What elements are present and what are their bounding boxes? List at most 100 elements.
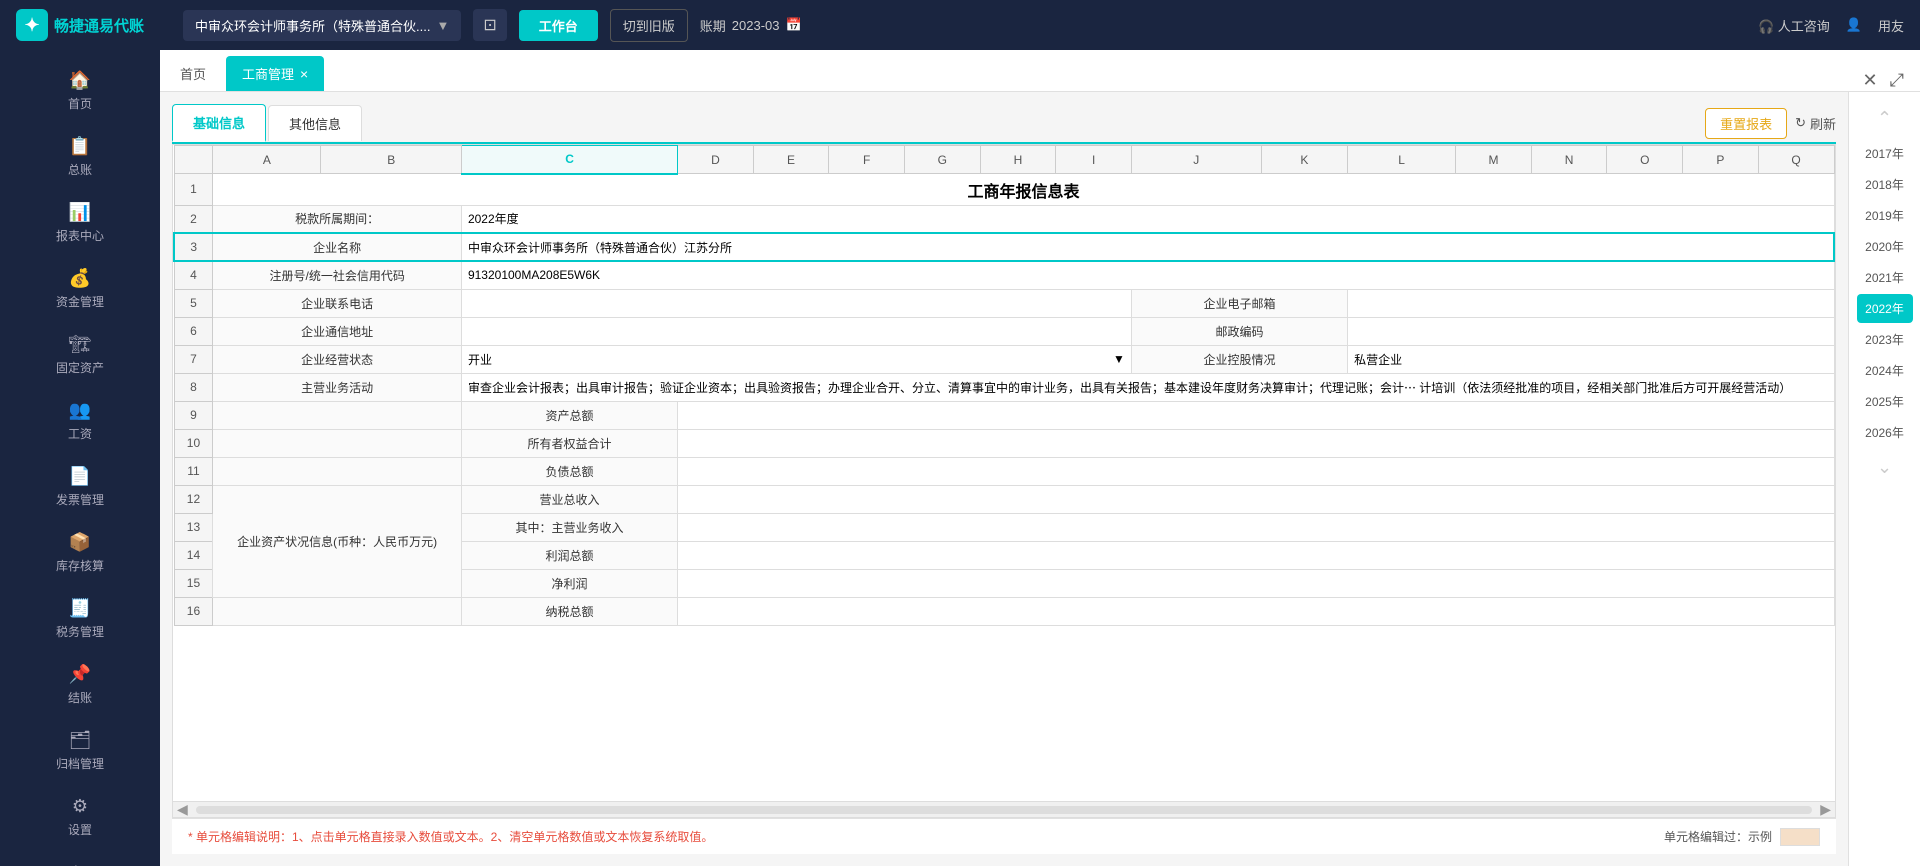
year-scroll-down-btn[interactable]: ⌄ (1873, 453, 1896, 482)
year-btn-2025[interactable]: 2025年 (1857, 387, 1913, 416)
top-bar: ✦ 畅捷通易代账 中审众环会计师事务所（特殊普通合伙.... ▼ ⊡ 工作台 切… (0, 0, 1920, 50)
sidebar-item-fund[interactable]: 💰 资金管理 (0, 256, 160, 322)
row11-value[interactable] (678, 457, 1834, 485)
row9-label (213, 401, 462, 429)
sidebar-label-home: 首页 (68, 95, 92, 112)
row15-value[interactable] (678, 569, 1834, 597)
year-scroll-up-btn[interactable]: ⌃ (1873, 104, 1896, 133)
sidebar-item-ledger[interactable]: 📋 总账 (0, 124, 160, 190)
user-service-btn[interactable]: 🎧 人工咨询 (1758, 16, 1830, 35)
tab-gongshang[interactable]: 工商管理 × (226, 56, 324, 91)
sidebar-item-tax[interactable]: 🧾 税务管理 (0, 586, 160, 652)
year-btn-2023[interactable]: 2023年 (1857, 325, 1913, 354)
sidebar-item-newguide[interactable]: ▶ 新手引导 (0, 850, 160, 866)
sub-tab-bar: 基础信息 其他信息 重置报表 ↻ 刷新 (172, 104, 1836, 144)
row12-value[interactable] (678, 485, 1834, 513)
spreadsheet-container[interactable]: A B C D E F G H I J (173, 145, 1835, 801)
closing-icon: 📌 (69, 664, 91, 685)
reset-report-btn[interactable]: 重置报表 (1705, 108, 1787, 139)
sidebar-item-invoice[interactable]: 📄 发票管理 (0, 454, 160, 520)
tab-home[interactable]: 首页 (160, 56, 226, 91)
year-btn-2024[interactable]: 2024年 (1857, 356, 1913, 385)
close-panel-btn[interactable]: ✕ (1863, 70, 1878, 91)
refresh-label: 刷新 (1810, 114, 1836, 133)
sidebar-label-inventory: 库存核算 (56, 557, 104, 574)
year-btn-2022[interactable]: 2022年 (1857, 294, 1913, 323)
row5-email[interactable] (1348, 289, 1834, 317)
old-version-button[interactable]: 切到旧版 (610, 9, 688, 42)
sidebar-item-settings[interactable]: ⚙ 设置 (0, 784, 160, 850)
scroll-left-btn[interactable]: ◀ (173, 801, 192, 818)
table-row: 9 资产总额 (174, 401, 1834, 429)
ledger-icon: 📋 (69, 136, 91, 157)
table-row: 1 工商年报信息表 (174, 174, 1834, 206)
row9-value[interactable] (678, 401, 1834, 429)
horizontal-scrollbar[interactable]: ◀ ▶ (173, 801, 1835, 817)
sidebar-label-fixed-assets: 固定资产 (56, 359, 104, 376)
row6-address[interactable] (461, 317, 1131, 345)
year-btn-2018[interactable]: 2018年 (1857, 170, 1913, 199)
sidebar-item-archive[interactable]: 🗂 归档管理 (0, 718, 160, 784)
sidebar-item-fixed-assets[interactable]: 🏗 固定资产 (0, 322, 160, 388)
company-selector[interactable]: 中审众环会计师事务所（特殊普通合伙.... ▼ (183, 10, 461, 41)
cell-edit-label: 单元格编辑过：示例 (1664, 828, 1772, 845)
row7-status[interactable]: 开业 ▼ (461, 345, 1131, 373)
calendar-icon[interactable]: 📅 (786, 17, 802, 33)
row4-value[interactable]: 91320100MA208E5W6K (461, 261, 1834, 289)
sidebar-item-salary[interactable]: 👥 工资 (0, 388, 160, 454)
row8-value[interactable]: 审查企业会计报表；出具审计报告；验证企业资本；出具验资报告；办理企业合开、分立、… (461, 373, 1834, 401)
sidebar-item-closing[interactable]: 📌 结账 (0, 652, 160, 718)
expand-panel-btn[interactable]: ⤢ (1890, 70, 1904, 91)
row5-label: 企业联系电话 (213, 289, 462, 317)
year-btn-2026[interactable]: 2026年 (1857, 418, 1913, 447)
company-settings-button[interactable]: ⊡ (473, 9, 506, 41)
col-header-G: G (905, 146, 981, 174)
table-row: 11 负债总额 (174, 457, 1834, 485)
sub-tab-basic[interactable]: 基础信息 (172, 104, 266, 142)
col-header-M: M (1456, 146, 1532, 174)
row-num-12: 12 (174, 485, 213, 513)
year-btn-2017[interactable]: 2017年 (1857, 139, 1913, 168)
row13-value[interactable] (678, 513, 1834, 541)
row8-label: 主营业务活动 (213, 373, 462, 401)
year-btn-2019[interactable]: 2019年 (1857, 201, 1913, 230)
scroll-right-btn[interactable]: ▶ (1816, 801, 1835, 818)
year-btn-2021[interactable]: 2021年 (1857, 263, 1913, 292)
sub-tab-other[interactable]: 其他信息 (268, 105, 362, 141)
row14-value[interactable] (678, 541, 1834, 569)
row6-zip[interactable] (1348, 317, 1834, 345)
row10-label (213, 429, 462, 457)
sub-tab-actions: 重置报表 ↻ 刷新 (1705, 108, 1836, 139)
tab-close-btn[interactable]: × (300, 66, 308, 82)
sidebar-label-settings: 设置 (68, 821, 92, 838)
user-avatar-icon: 👤 (1846, 17, 1862, 33)
content-inner: 基础信息 其他信息 重置报表 ↻ 刷新 (160, 92, 1920, 866)
row-num-15: 15 (174, 569, 213, 597)
tab-bar-right: ✕ ⤢ (1847, 70, 1920, 91)
table-row: 8 主营业务活动 审查企业会计报表；出具审计报告；验证企业资本；出具验资报告；办… (174, 373, 1834, 401)
scrollbar-track[interactable] (196, 806, 1812, 814)
col-header-A: A (213, 146, 321, 174)
refresh-btn[interactable]: ↻ 刷新 (1795, 114, 1836, 133)
col-header-O: O (1607, 146, 1683, 174)
year-btn-2020[interactable]: 2020年 (1857, 232, 1913, 261)
sidebar-item-inventory[interactable]: 📦 库存核算 (0, 520, 160, 586)
sidebar-label-invoice: 发票管理 (56, 491, 104, 508)
status-right: 单元格编辑过：示例 (1664, 828, 1820, 846)
row2-value[interactable]: 2022年度 (461, 205, 1834, 233)
row16-value[interactable] (678, 597, 1834, 625)
salary-icon: 👥 (69, 400, 91, 421)
row-num-11: 11 (174, 457, 213, 485)
row7-control-value[interactable]: 私营企业 (1348, 345, 1834, 373)
workbench-button[interactable]: 工作台 (519, 10, 598, 41)
col-header-D: D (678, 146, 754, 174)
row5-phone[interactable] (461, 289, 1131, 317)
row-num-5: 5 (174, 289, 213, 317)
row10-value[interactable] (678, 429, 1834, 457)
sidebar-item-reports[interactable]: 📊 报表中心 (0, 190, 160, 256)
sidebar-item-home[interactable]: 🏠 首页 (0, 58, 160, 124)
table-row: 7 企业经营状态 开业 ▼ 企业控股情况 私 (174, 345, 1834, 373)
main-panel: 基础信息 其他信息 重置报表 ↻ 刷新 (160, 92, 1848, 866)
row11-label (213, 457, 462, 485)
row3-value[interactable]: 中审众环会计师事务所（特殊普通合伙）江苏分所 (461, 233, 1834, 261)
